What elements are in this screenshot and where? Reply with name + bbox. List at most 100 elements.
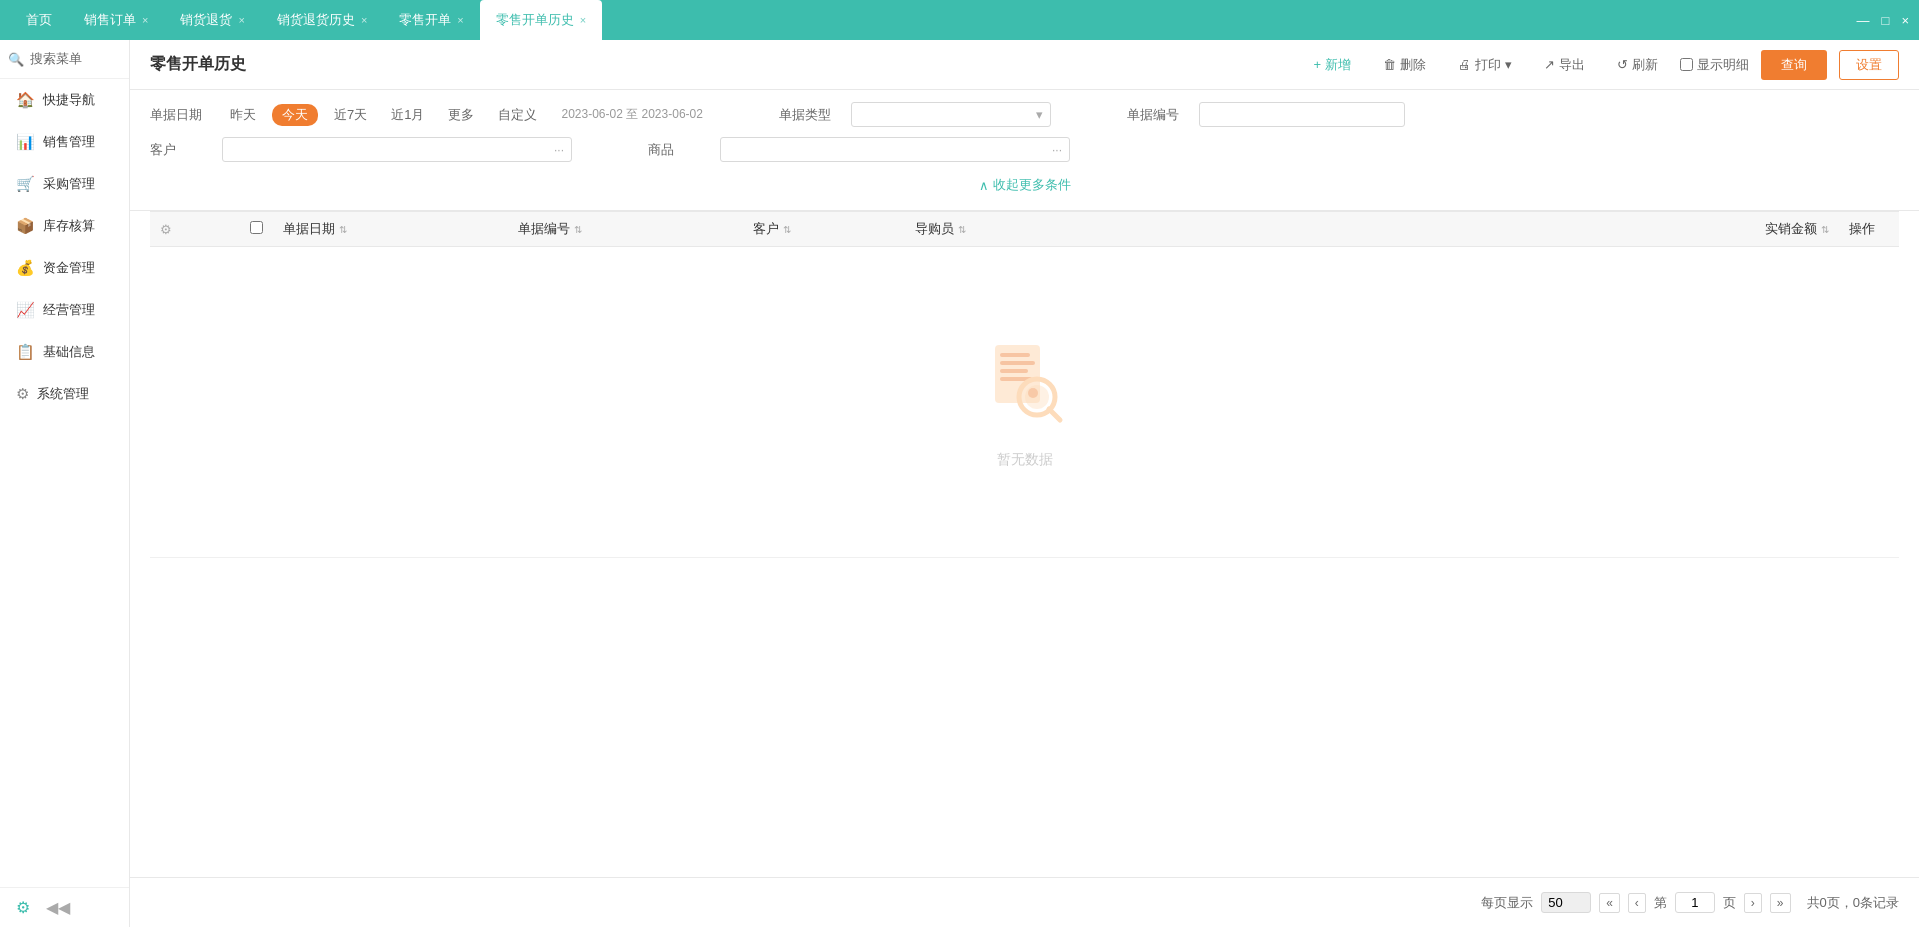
th-guide-sortable[interactable]: 导购员 ⇅ <box>915 220 1094 238</box>
tab-retail-open-history[interactable]: 零售开单历史 × <box>480 0 602 40</box>
type-select[interactable] <box>851 102 1051 127</box>
collapse-up-icon: ∧ <box>979 178 989 193</box>
add-icon: + <box>1313 57 1321 72</box>
tab-retail-open[interactable]: 零售开单 × <box>383 0 479 40</box>
tab-sales-return-history-close[interactable]: × <box>361 14 367 26</box>
page-number-input[interactable] <box>1675 892 1715 913</box>
sidebar-item-inventory-label: 库存核算 <box>43 217 95 235</box>
tab-sales-return[interactable]: 销货退货 × <box>164 0 260 40</box>
th-date-sortable[interactable]: 单据日期 ⇅ <box>283 220 498 238</box>
export-icon: ↗ <box>1544 57 1555 72</box>
tab-home[interactable]: 首页 <box>10 0 68 40</box>
select-all-checkbox[interactable] <box>250 221 263 234</box>
table-footer: 每页显示 50 10 20 100 « ‹ 第 页 › » 共0页，0条记录 <box>130 877 1919 927</box>
svg-rect-1 <box>1000 353 1030 357</box>
show-detail-checkbox[interactable] <box>1680 58 1693 71</box>
sidebar-collapse-icon[interactable]: ◀◀ <box>46 898 70 917</box>
delete-icon: 🗑 <box>1383 57 1396 72</box>
empty-state: 暂无数据 <box>160 255 1889 549</box>
sidebar-item-operations[interactable]: 📈 经营管理 <box>0 289 129 331</box>
tab-retail-open-history-close[interactable]: × <box>580 14 586 26</box>
sidebar-search-label: 搜索菜单 <box>30 50 82 68</box>
collapse-more-label: 收起更多条件 <box>993 176 1071 194</box>
refresh-button[interactable]: ↺ 刷新 <box>1607 51 1668 79</box>
date-option-today[interactable]: 今天 <box>272 104 318 126</box>
restore-button[interactable]: □ <box>1882 13 1890 28</box>
date-option-custom[interactable]: 自定义 <box>490 104 545 126</box>
close-button[interactable]: × <box>1901 13 1909 28</box>
type-filter-label: 单据类型 <box>779 106 835 124</box>
tab-retail-open-close[interactable]: × <box>457 14 463 26</box>
th-amount-label: 实销金额 <box>1765 220 1817 238</box>
home-icon: 🏠 <box>16 91 35 109</box>
purchase-icon: 🛒 <box>16 175 35 193</box>
empty-state-cell: 暂无数据 <box>150 247 1899 558</box>
tab-sales-order[interactable]: 销售订单 × <box>68 0 164 40</box>
setting-button[interactable]: 设置 <box>1839 50 1899 80</box>
number-input[interactable] <box>1199 102 1405 127</box>
add-label: 新增 <box>1325 56 1351 74</box>
number-input-wrapper <box>1199 102 1405 127</box>
sidebar-item-quick-nav[interactable]: 🏠 快捷导航 <box>0 79 129 121</box>
minimize-button[interactable]: — <box>1857 13 1870 28</box>
sidebar-item-basic-info[interactable]: 📋 基础信息 <box>0 331 129 373</box>
tab-sales-order-label: 销售订单 <box>84 11 136 29</box>
sidebar-item-operations-label: 经营管理 <box>43 301 95 319</box>
th-amount-sortable[interactable]: 实销金额 ⇅ <box>1614 220 1829 238</box>
sidebar-item-finance[interactable]: 💰 资金管理 <box>0 247 129 289</box>
sidebar-item-purchase[interactable]: 🛒 采购管理 <box>0 163 129 205</box>
empty-state-text: 暂无数据 <box>997 451 1053 469</box>
export-button[interactable]: ↗ 导出 <box>1534 51 1595 79</box>
sidebar-item-sales[interactable]: 📊 销售管理 <box>0 121 129 163</box>
next-page-button[interactable]: › <box>1744 893 1762 913</box>
last-page-button[interactable]: » <box>1770 893 1791 913</box>
date-options: 昨天 今天 近7天 近1月 更多 自定义 <box>222 104 545 126</box>
main-layout: 🔍 搜索菜单 🏠 快捷导航 📊 销售管理 🛒 采购管理 📦 库存核算 💰 资金管… <box>0 40 1919 927</box>
th-number: 单据编号 ⇅ <box>508 212 743 247</box>
filter-row-1: 单据日期 昨天 今天 近7天 近1月 更多 自定义 2023-06-02 至 2… <box>150 102 1899 127</box>
print-dropdown-icon: ▾ <box>1505 57 1512 72</box>
finance-icon: 💰 <box>16 259 35 277</box>
tab-sales-order-close[interactable]: × <box>142 14 148 26</box>
table-gear-icon[interactable]: ⚙ <box>160 222 172 237</box>
empty-state-row: 暂无数据 <box>150 247 1899 558</box>
svg-rect-3 <box>1000 369 1028 373</box>
date-filter-label: 单据日期 <box>150 106 206 124</box>
th-ops: 操作 <box>1839 212 1899 247</box>
inventory-icon: 📦 <box>16 217 35 235</box>
date-option-last7[interactable]: 近7天 <box>326 104 375 126</box>
first-page-button[interactable]: « <box>1599 893 1620 913</box>
th-number-sortable[interactable]: 单据编号 ⇅ <box>518 220 733 238</box>
collapse-more-toggle[interactable]: ∧ 收起更多条件 <box>150 172 1899 198</box>
prev-page-button[interactable]: ‹ <box>1628 893 1646 913</box>
date-option-more[interactable]: 更多 <box>440 104 482 126</box>
customer-input[interactable] <box>222 137 572 162</box>
sidebar-settings-icon[interactable]: ⚙ <box>16 898 30 917</box>
date-range-display: 2023-06-02 至 2023-06-02 <box>561 106 702 123</box>
delete-button[interactable]: 🗑 删除 <box>1373 51 1436 79</box>
export-label: 导出 <box>1559 56 1585 74</box>
add-button[interactable]: + 新增 <box>1303 51 1361 79</box>
date-option-yesterday[interactable]: 昨天 <box>222 104 264 126</box>
header-actions: + 新增 🗑 删除 🖨 打印 ▾ ↗ 导出 ↺ 刷新 <box>1303 50 1899 80</box>
tab-sales-return-history[interactable]: 销货退货历史 × <box>261 0 383 40</box>
show-detail-checkbox-wrapper: 显示明细 <box>1680 56 1749 74</box>
goods-input[interactable] <box>720 137 1070 162</box>
print-button[interactable]: 🖨 打印 ▾ <box>1448 51 1522 79</box>
th-customer-sort-icon: ⇅ <box>783 224 791 235</box>
customer-filter-label: 客户 <box>150 141 206 159</box>
svg-point-8 <box>1028 388 1038 398</box>
customer-input-wrapper: ··· <box>222 137 572 162</box>
th-customer-sortable[interactable]: 客户 ⇅ <box>753 220 895 238</box>
sidebar-item-inventory[interactable]: 📦 库存核算 <box>0 205 129 247</box>
sidebar-item-system[interactable]: ⚙ 系统管理 <box>0 373 129 415</box>
content-area: 零售开单历史 + 新增 🗑 删除 🖨 打印 ▾ ↗ 导出 <box>130 40 1919 927</box>
query-button[interactable]: 查询 <box>1761 50 1827 80</box>
date-option-last-month[interactable]: 近1月 <box>383 104 432 126</box>
sidebar-item-purchase-label: 采购管理 <box>43 175 95 193</box>
sales-icon: 📊 <box>16 133 35 151</box>
tab-sales-return-close[interactable]: × <box>238 14 244 26</box>
tab-sales-return-label: 销货退货 <box>180 11 232 29</box>
sidebar-search[interactable]: 🔍 搜索菜单 <box>0 40 129 79</box>
per-page-select[interactable]: 50 10 20 100 <box>1541 892 1591 913</box>
